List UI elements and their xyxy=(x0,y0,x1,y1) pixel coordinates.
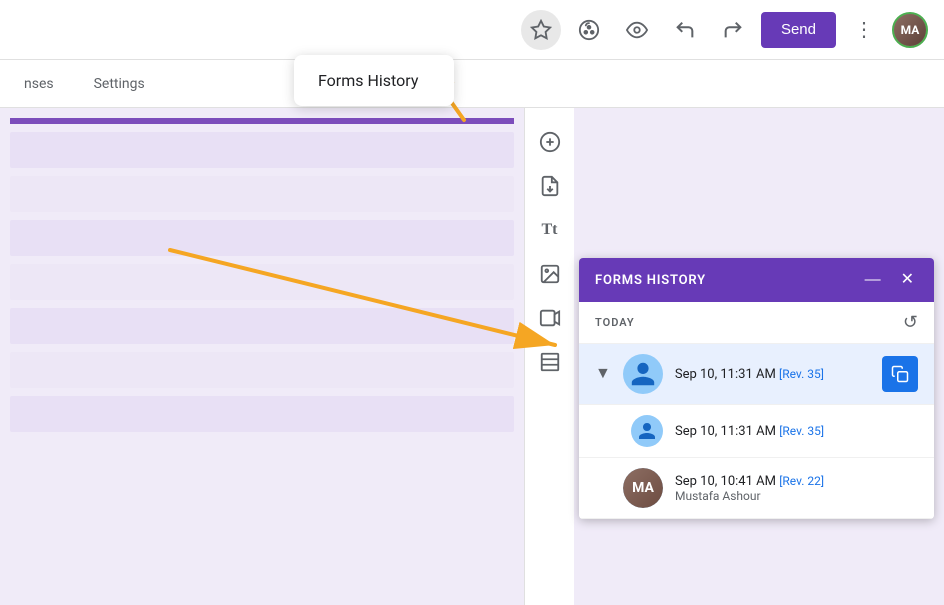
history-item-timestamp: Sep 10, 11:31 AM [Rev. 35] xyxy=(675,424,918,439)
content-row-6 xyxy=(10,352,514,388)
history-item[interactable]: ▼ Sep 10, 11:31 AM [Rev. 35] xyxy=(579,344,934,405)
content-row-4 xyxy=(10,264,514,300)
today-label: TODAY xyxy=(595,316,635,329)
history-item-rev: [Rev. 22] xyxy=(779,474,824,488)
preview-button[interactable] xyxy=(617,10,657,50)
more-options-button[interactable]: ⋮ xyxy=(844,10,884,50)
history-panel: FORMS HISTORY — ✕ TODAY ↺ ▼ Sep 10, 11:3… xyxy=(579,258,934,519)
history-section-today: TODAY ↺ xyxy=(579,302,934,344)
history-item-timestamp: Sep 10, 10:41 AM [Rev. 22] xyxy=(675,474,918,489)
history-minimize-button[interactable]: — xyxy=(861,270,885,290)
tooltip-text: Forms History xyxy=(318,71,418,90)
history-item-avatar: MA xyxy=(623,468,663,508)
image-button[interactable] xyxy=(532,256,568,292)
history-panel-header: FORMS HISTORY — ✕ xyxy=(579,258,934,302)
redo-button[interactable] xyxy=(713,10,753,50)
history-item-timestamp: Sep 10, 11:31 AM [Rev. 35] xyxy=(675,367,870,382)
tab-responses[interactable]: nses xyxy=(20,64,58,107)
history-item-avatar xyxy=(623,354,663,394)
history-item[interactable]: MA Sep 10, 10:41 AM [Rev. 22] Mustafa As… xyxy=(579,458,934,519)
history-item[interactable]: Sep 10, 11:31 AM [Rev. 35] xyxy=(579,405,934,458)
history-item-info: Sep 10, 11:31 AM [Rev. 35] xyxy=(675,367,870,382)
star-button[interactable] xyxy=(521,10,561,50)
history-panel-title: FORMS HISTORY xyxy=(595,273,706,288)
content-row-7 xyxy=(10,396,514,432)
palette-button[interactable] xyxy=(569,10,609,50)
history-item-avatar xyxy=(631,415,663,447)
history-item-rev: [Rev. 35] xyxy=(779,367,824,381)
forms-history-tooltip: Forms History xyxy=(294,55,454,106)
history-item-expand-button[interactable]: ▼ xyxy=(595,365,611,383)
content-row-1 xyxy=(10,132,514,168)
history-refresh-button[interactable]: ↺ xyxy=(903,312,918,333)
side-tools-panel: Tt xyxy=(524,108,574,605)
nav-tabs: nses Settings xyxy=(0,60,944,108)
history-copy-button[interactable] xyxy=(882,356,918,392)
import-button[interactable] xyxy=(532,168,568,204)
main-content xyxy=(0,108,524,605)
history-close-button[interactable]: ✕ xyxy=(897,270,918,290)
history-item-info: Sep 10, 11:31 AM [Rev. 35] xyxy=(675,424,918,439)
history-item-rev: [Rev. 35] xyxy=(779,424,824,438)
layout-button[interactable] xyxy=(532,344,568,380)
content-row-3 xyxy=(10,220,514,256)
avatar[interactable]: MA xyxy=(892,12,928,48)
video-button[interactable] xyxy=(532,300,568,336)
send-button[interactable]: Send xyxy=(761,12,836,48)
text-button[interactable]: Tt xyxy=(532,212,568,248)
history-item-info: Sep 10, 10:41 AM [Rev. 22] Mustafa Ashou… xyxy=(675,474,918,503)
content-row-5 xyxy=(10,308,514,344)
toolbar: Send ⋮ MA xyxy=(0,0,944,60)
add-element-button[interactable] xyxy=(532,124,568,160)
content-row-2 xyxy=(10,176,514,212)
history-item-name: Mustafa Ashour xyxy=(675,489,918,503)
history-header-actions: — ✕ xyxy=(861,270,918,290)
undo-button[interactable] xyxy=(665,10,705,50)
purple-bar xyxy=(10,118,514,124)
tab-settings[interactable]: Settings xyxy=(90,64,149,107)
